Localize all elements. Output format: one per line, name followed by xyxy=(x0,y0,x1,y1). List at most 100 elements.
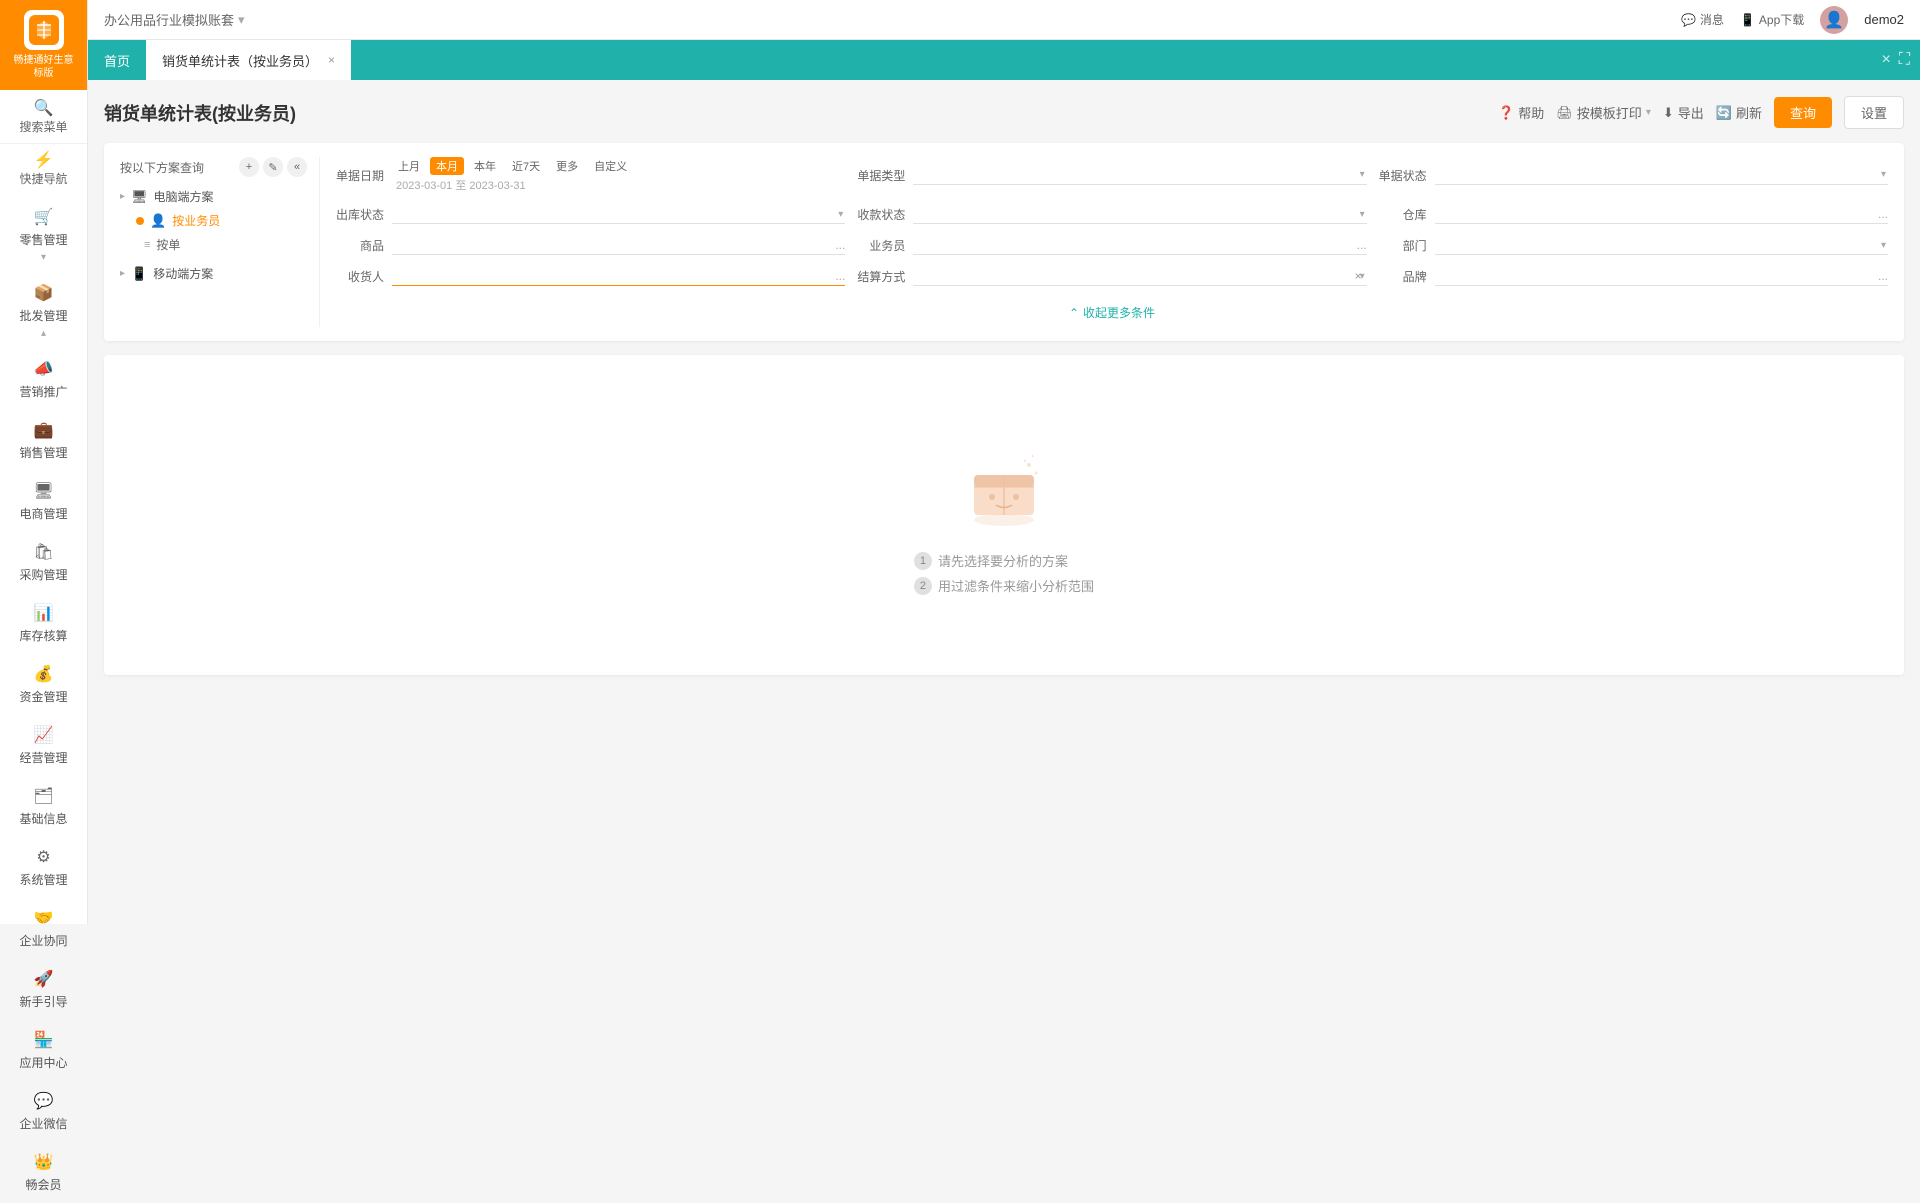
settlement-clear-btn[interactable]: × xyxy=(1355,269,1362,283)
tabbar-actions: × ⛶ xyxy=(1871,51,1920,69)
quick-nav-btn[interactable]: ⚡ 快捷导航 xyxy=(0,144,87,193)
sub-scheme-icon: ≡ xyxy=(144,239,150,251)
print-btn[interactable]: 🖨 按模板打印 ▾ xyxy=(1556,103,1651,122)
close-tab-btn[interactable]: × xyxy=(1881,51,1890,69)
out-status-select-wrap[interactable]: ▾ xyxy=(392,205,845,224)
hint-2-text: 用过滤条件来缩小分析范围 xyxy=(938,576,1094,595)
sidebar-item-purchase[interactable]: 🛍 采购管理 xyxy=(0,532,87,593)
message-btn[interactable]: 💬 消息 xyxy=(1681,11,1724,28)
sidebar-item-sales[interactable]: 💼 销售管理 xyxy=(0,410,87,471)
settlement-label: 结算方式 xyxy=(857,268,905,285)
active-scheme-item[interactable]: 👤 按业务员 xyxy=(120,208,307,233)
sidebar-item-operations[interactable]: 📈 经营管理 xyxy=(0,715,87,776)
page-header: 销货单统计表(按业务员) ❓ 帮助 🖨 按模板打印 ▾ ⬇ 导出 🔄 刷新 xyxy=(104,96,1904,129)
consignee-more-icon[interactable]: ... xyxy=(835,269,845,283)
order-type-input[interactable] xyxy=(913,168,1366,182)
scheme-section-label: 按以下方案查询 xyxy=(120,159,204,176)
settings-btn[interactable]: 设置 xyxy=(1844,96,1904,129)
breadcrumb-text: 办公用品行业模拟账套 xyxy=(104,10,234,29)
brand-input-wrap[interactable]: ... xyxy=(1435,267,1888,286)
help-label: 帮助 xyxy=(1518,103,1544,122)
warehouse-input-wrap[interactable]: ... xyxy=(1435,205,1888,224)
tab-home[interactable]: 首页 xyxy=(88,40,146,80)
salesperson-label: 业务员 xyxy=(857,237,905,254)
quick-nav-label: 快捷导航 xyxy=(4,170,83,187)
search-menu-btn[interactable]: 🔍 搜索菜单 xyxy=(0,90,87,144)
salesperson-input[interactable] xyxy=(913,238,1352,252)
product-input[interactable] xyxy=(392,238,831,252)
sidebar-item-inventory[interactable]: 📊 库存核算 xyxy=(0,593,87,654)
warehouse-input[interactable] xyxy=(1435,207,1874,221)
out-status-input[interactable] xyxy=(392,207,845,221)
sidebar-item-member[interactable]: 👑 畅会员 xyxy=(0,1142,87,1203)
collapse-scheme-btn[interactable]: « xyxy=(287,157,307,177)
message-label: 消息 xyxy=(1700,11,1724,28)
sidebar-item-basic-info[interactable]: 🗂 基础信息 xyxy=(0,776,87,837)
date-chip-this-year[interactable]: 本年 xyxy=(468,157,502,175)
add-scheme-btn[interactable]: + xyxy=(239,157,259,177)
app-download-btn[interactable]: 📱 App下载 xyxy=(1740,11,1804,28)
brand-more-icon[interactable]: ... xyxy=(1878,269,1888,283)
results-panel: 1 请先选择要分析的方案 2 用过滤条件来缩小分析范围 xyxy=(104,355,1904,675)
dept-input[interactable] xyxy=(1435,238,1888,252)
maximize-tab-btn[interactable]: ⛶ xyxy=(1899,51,1910,69)
active-scheme-text: 按业务员 xyxy=(172,212,220,229)
sidebar-item-retail-arrow: ▾ xyxy=(41,252,46,263)
salesperson-more-icon[interactable]: ... xyxy=(1357,238,1367,252)
collect-status-select-wrap[interactable]: ▾ xyxy=(913,205,1366,224)
breadcrumb: 办公用品行业模拟账套 ▾ xyxy=(104,10,1669,29)
sidebar-item-system[interactable]: ⚙ 系统管理 xyxy=(0,837,87,898)
product-input-wrap[interactable]: ... xyxy=(392,236,845,255)
app-download-label: App下载 xyxy=(1759,11,1804,28)
order-status-select-wrap[interactable]: ▾ xyxy=(1435,166,1888,185)
sidebar-item-retail[interactable]: 🛒 零售管理 ▾ xyxy=(0,197,87,273)
sub-scheme-item[interactable]: ≡ 按单 xyxy=(120,233,307,256)
order-status-input[interactable] xyxy=(1435,168,1888,182)
consignee-input-wrap[interactable]: ... xyxy=(392,267,845,286)
username[interactable]: demo2 xyxy=(1864,12,1904,27)
brand-field: 品牌 ... xyxy=(1379,267,1888,286)
sidebar-item-ecommerce-label: 电商管理 xyxy=(19,505,67,522)
collect-status-input[interactable] xyxy=(913,207,1366,221)
collapse-more-btn[interactable]: ⌃ 收起更多条件 xyxy=(336,298,1888,327)
desktop-scheme-group-header[interactable]: ▸ 🖥 电脑端方案 xyxy=(120,185,307,208)
brand-input[interactable] xyxy=(1435,269,1874,283)
date-chip-last-month[interactable]: 上月 xyxy=(392,157,426,175)
date-chip-7days[interactable]: 近7天 xyxy=(506,157,546,175)
sidebar-item-enterprise[interactable]: 🤝 企业协同 xyxy=(0,898,87,959)
salesperson-input-wrap[interactable]: ... xyxy=(913,236,1366,255)
refresh-btn[interactable]: 🔄 刷新 xyxy=(1716,103,1762,122)
refresh-label: 刷新 xyxy=(1736,103,1762,122)
dept-select-wrap[interactable]: ▾ xyxy=(1435,236,1888,255)
settlement-input[interactable] xyxy=(913,269,1350,283)
sidebar-item-wholesale-label: 批发管理 xyxy=(19,307,67,324)
sidebar-item-ecommerce[interactable]: 🖥 电商管理 xyxy=(0,471,87,532)
sidebar-item-beginner[interactable]: 🚀 新手引导 xyxy=(0,959,87,1020)
breadcrumb-arrow[interactable]: ▾ xyxy=(238,12,245,28)
sidebar-item-enterprise-label: 企业协同 xyxy=(19,932,67,949)
settlement-input-wrap[interactable]: × ▾ xyxy=(913,267,1366,286)
tab-sales-stat-label: 销货单统计表（按业务员） xyxy=(162,51,318,70)
date-chip-this-month[interactable]: 本月 xyxy=(430,157,464,175)
date-chip-more[interactable]: 更多 xyxy=(550,157,584,175)
tab-sales-stat[interactable]: 销货单统计表（按业务员） × xyxy=(146,40,351,80)
warehouse-more-icon[interactable]: ... xyxy=(1878,207,1888,221)
help-btn[interactable]: ❓ 帮助 xyxy=(1498,103,1544,122)
export-btn[interactable]: ⬇ 导出 xyxy=(1663,103,1704,122)
tab-close-icon[interactable]: × xyxy=(328,53,335,67)
sidebar-item-wechat[interactable]: 💬 企业微信 xyxy=(0,1081,87,1142)
product-label: 商品 xyxy=(336,237,384,254)
query-btn[interactable]: 查询 xyxy=(1774,97,1832,128)
desktop-scheme-group: ▸ 🖥 电脑端方案 👤 按业务员 ≡ 按单 xyxy=(120,185,307,256)
sidebar-item-wholesale[interactable]: 📦 批发管理 ▴ xyxy=(0,273,87,349)
order-type-select-wrap[interactable]: ▾ xyxy=(913,166,1366,185)
edit-scheme-btn[interactable]: ✎ xyxy=(263,157,283,177)
product-more-icon[interactable]: ... xyxy=(835,238,845,252)
sidebar-item-finance[interactable]: 💰 资金管理 xyxy=(0,654,87,715)
date-chip-custom[interactable]: 自定义 xyxy=(588,157,633,175)
consignee-input[interactable] xyxy=(392,269,831,283)
sidebar-item-appstore[interactable]: 🏪 应用中心 xyxy=(0,1020,87,1081)
sidebar-item-marketing[interactable]: 📣 营销推广 xyxy=(0,349,87,410)
mobile-scheme-group-header[interactable]: ▸ 📱 移动端方案 xyxy=(120,262,307,285)
collect-status-label: 收款状态 xyxy=(857,206,905,223)
